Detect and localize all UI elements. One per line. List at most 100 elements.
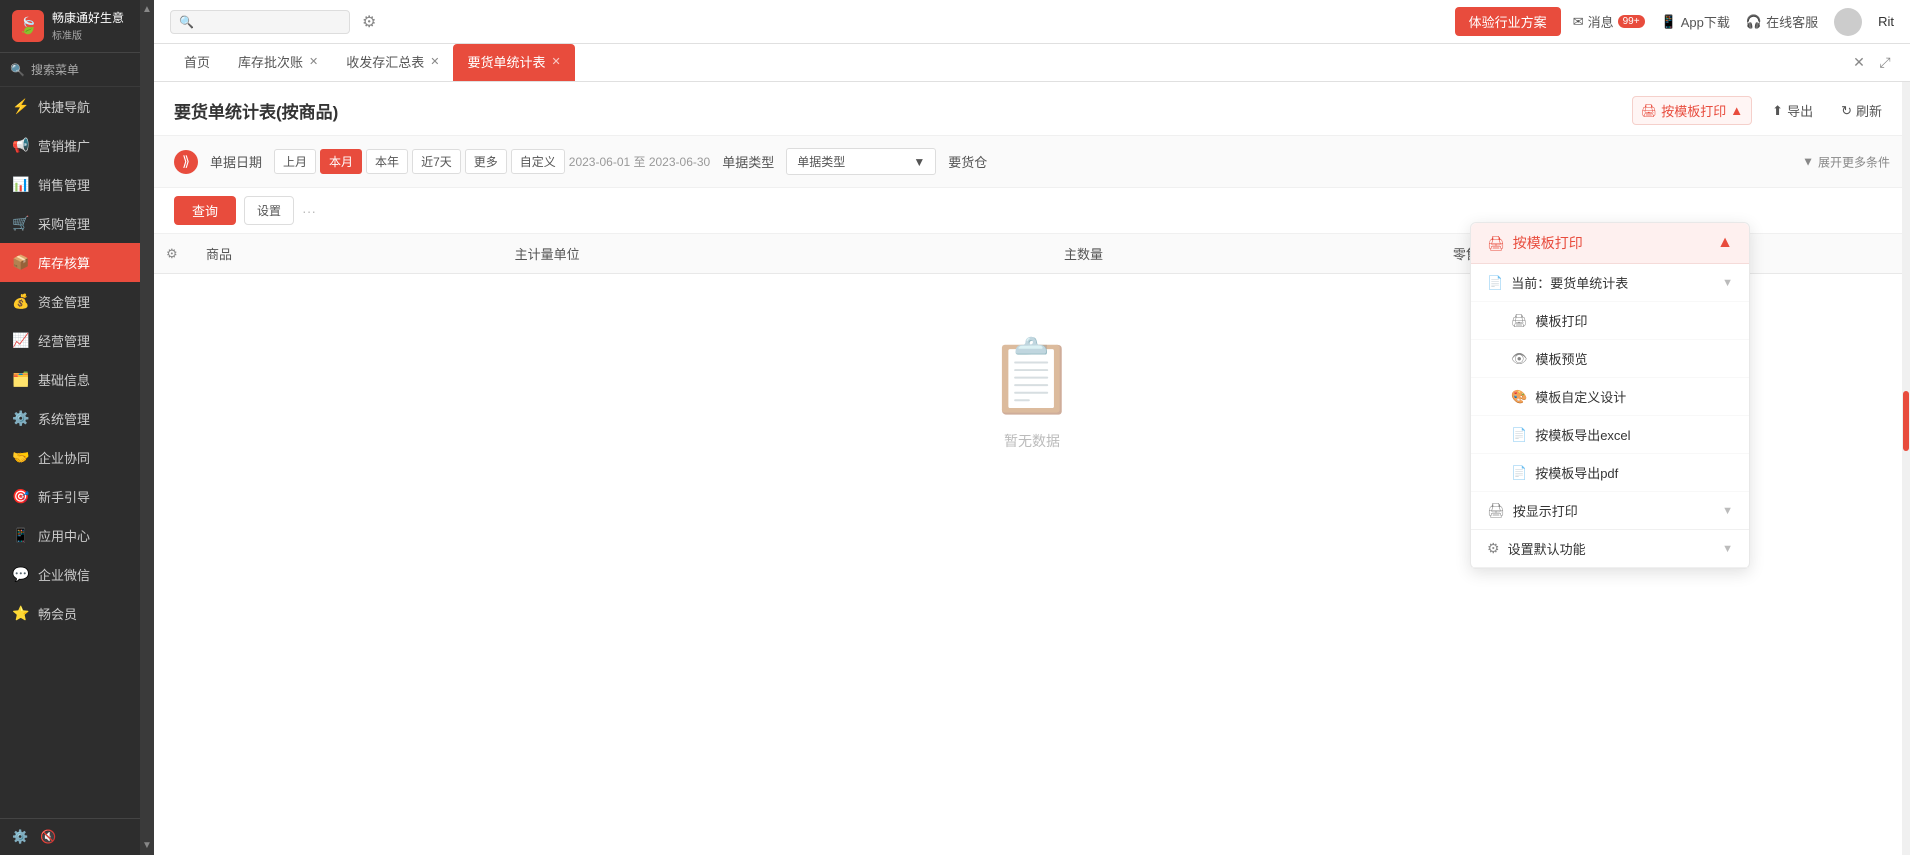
sidebar-item-wechat[interactable]: 💬 企业微信	[0, 555, 140, 594]
sidebar-item-label: 新手引导	[38, 487, 90, 506]
sidebar-item-member[interactable]: ⭐ 畅会员	[0, 594, 140, 633]
date-btn-this-year[interactable]: 本年	[366, 149, 408, 174]
settings-gear-icon[interactable]: ⚙	[362, 12, 376, 32]
dropdown-item-template-preview[interactable]: 👁 模板预览	[1471, 340, 1749, 378]
template-preview-label: 模板预览	[1536, 349, 1588, 368]
enterprise-icon: 🤝	[12, 449, 30, 466]
sidebar-scrollbar[interactable]: ▲ ▼	[140, 0, 154, 855]
expand-filter-button[interactable]: ▼ 展开更多条件	[1802, 153, 1890, 170]
sidebar-item-system[interactable]: ⚙️ 系统管理	[0, 399, 140, 438]
window-minimize[interactable]: ✕	[1850, 54, 1868, 72]
online-service-label: 在线客服	[1766, 12, 1818, 31]
app-download-button[interactable]: 📱 App下载	[1661, 12, 1730, 31]
page-actions: 🖨 按模板打印 ▲ ⬆ 导出 ↻ 刷新	[1632, 96, 1890, 125]
sidebar-item-label: 畅会员	[38, 604, 77, 623]
settings-button[interactable]: 设置	[244, 196, 294, 225]
user-avatar[interactable]	[1834, 8, 1862, 36]
mute-icon[interactable]: 🔇	[40, 829, 56, 845]
trial-button[interactable]: 体验行业方案	[1455, 7, 1561, 36]
export-icon: ⬆	[1772, 103, 1783, 119]
template-design-icon: 🎨	[1511, 389, 1527, 405]
tab-order-stats[interactable]: 要货单统计表 ✕	[453, 44, 574, 81]
col-unit: 主计量单位	[503, 234, 1052, 274]
date-btn-custom[interactable]: 自定义	[511, 149, 565, 174]
page-title: 要货单统计表(按商品)	[174, 98, 338, 123]
sidebar-item-guide[interactable]: 🎯 新手引导	[0, 477, 140, 516]
dropdown-item-template-print[interactable]: 🖨 模板打印	[1471, 302, 1749, 340]
date-btn-this-month[interactable]: 本月	[320, 149, 362, 174]
dropdown-arrow-icon: ▲	[1730, 103, 1743, 118]
tab-home[interactable]: 首页	[170, 44, 224, 81]
user-name: Rit	[1878, 14, 1894, 29]
sidebar-item-apps[interactable]: 📱 应用中心	[0, 516, 140, 555]
sidebar-logo: 🍃 畅康通好生意 标准版	[0, 0, 140, 53]
sidebar-item-inventory[interactable]: 📦 库存核算	[0, 243, 140, 282]
sidebar-item-label: 资金管理	[38, 292, 90, 311]
sidebar-item-sales[interactable]: 📊 销售管理	[0, 165, 140, 204]
template-pdf-icon: 📄	[1511, 465, 1527, 481]
sidebar-item-label: 企业微信	[38, 565, 90, 584]
query-button[interactable]: 查询	[174, 196, 236, 225]
date-btn-last-month[interactable]: 上月	[274, 149, 316, 174]
tab-inventory-batch[interactable]: 库存批次账 ✕	[224, 44, 332, 81]
scroll-thumb[interactable]	[1903, 391, 1909, 451]
date-btn-more[interactable]: 更多	[465, 149, 507, 174]
more-options-icon[interactable]: ···	[302, 203, 316, 219]
export-button[interactable]: ⬆ 导出	[1764, 97, 1821, 124]
header-search-box[interactable]: 🔍	[170, 10, 350, 34]
sidebar-item-finance[interactable]: 💰 资金管理	[0, 282, 140, 321]
print-button[interactable]: 🖨 按模板打印 ▲	[1632, 96, 1752, 125]
dropdown-item-template-excel[interactable]: 📄 按模板导出excel	[1471, 416, 1749, 454]
sidebar-item-marketing[interactable]: 📢 营销推广	[0, 126, 140, 165]
page-scrollbar[interactable]	[1902, 82, 1910, 855]
date-filter: 上月 本月 本年 近7天 更多 自定义 2023-06-01 至 2023-06…	[274, 149, 710, 174]
dropdown-section-display-print[interactable]: 🖨 按显示打印 ▼	[1471, 492, 1749, 530]
dropdown-current-template[interactable]: 📄 当前：要货单统计表 ▼	[1471, 264, 1749, 302]
search-icon: 🔍	[10, 63, 25, 77]
filter-toggle-button[interactable]: ⟫	[174, 150, 198, 174]
refresh-button[interactable]: ↻ 刷新	[1833, 97, 1890, 124]
sidebar-item-purchase[interactable]: 🛒 采购管理	[0, 204, 140, 243]
date-btn-7days[interactable]: 近7天	[412, 149, 461, 174]
message-button[interactable]: ✉ 消息 99+	[1573, 12, 1645, 31]
dropdown-section-set-default[interactable]: ⚙ 设置默认功能 ▼	[1471, 530, 1749, 568]
sidebar-search[interactable]: 🔍 搜索菜单	[0, 53, 140, 87]
guide-icon: 🎯	[12, 488, 30, 505]
table-settings-icon[interactable]: ⚙	[166, 246, 178, 261]
wechat-icon: 💬	[12, 566, 30, 583]
tab-inventory-batch-label: 库存批次账	[238, 52, 303, 71]
service-icon: 🎧	[1746, 14, 1762, 30]
col-quantity: 主数量	[1052, 234, 1441, 274]
tab-close-inventory-batch[interactable]: ✕	[309, 55, 318, 68]
display-print-label: 按显示打印	[1513, 501, 1578, 520]
template-excel-label: 按模板导出excel	[1535, 425, 1630, 444]
type-filter-label: 单据类型	[722, 152, 774, 171]
dropdown-close-button[interactable]: ▲	[1717, 234, 1733, 252]
sidebar-item-label: 销售管理	[38, 175, 90, 194]
empty-illustration: 📋	[987, 334, 1077, 419]
scroll-up-arrow[interactable]: ▲	[142, 4, 152, 15]
app-download-label: App下载	[1681, 12, 1730, 31]
dropdown-item-template-pdf[interactable]: 📄 按模板导出pdf	[1471, 454, 1749, 492]
type-filter-dropdown[interactable]: 单据类型 ▼	[786, 148, 936, 175]
quick-nav-icon: ⚡	[12, 98, 30, 115]
sidebar-item-business[interactable]: 📈 经营管理	[0, 321, 140, 360]
sidebar-item-quick-nav[interactable]: ⚡ 快捷导航	[0, 87, 140, 126]
window-maximize[interactable]: ⤢	[1876, 54, 1894, 72]
tab-receipt-summary[interactable]: 收发存汇总表 ✕	[332, 44, 453, 81]
template-design-label: 模板自定义设计	[1535, 387, 1626, 406]
tab-close-order-stats[interactable]: ✕	[552, 55, 561, 68]
top-header: 🔍 ⚙ 体验行业方案 ✉ 消息 99+ 📱 App下载 🎧 在线客服 Rit	[154, 0, 1910, 44]
scroll-down-arrow[interactable]: ▼	[142, 840, 152, 851]
refresh-icon: ↻	[1841, 103, 1852, 119]
settings-icon[interactable]: ⚙️	[12, 829, 28, 845]
sidebar-item-enterprise[interactable]: 🤝 企业协同	[0, 438, 140, 477]
tab-close-receipt-summary[interactable]: ✕	[430, 55, 439, 68]
search-icon: 🔍	[179, 15, 194, 29]
inventory-icon: 📦	[12, 254, 30, 271]
sidebar-item-label: 系统管理	[38, 409, 90, 428]
template-preview-icon: 👁	[1511, 351, 1528, 367]
online-service-button[interactable]: 🎧 在线客服	[1746, 12, 1818, 31]
sidebar-item-basic[interactable]: 🗂️ 基础信息	[0, 360, 140, 399]
dropdown-item-template-design[interactable]: 🎨 模板自定义设计	[1471, 378, 1749, 416]
